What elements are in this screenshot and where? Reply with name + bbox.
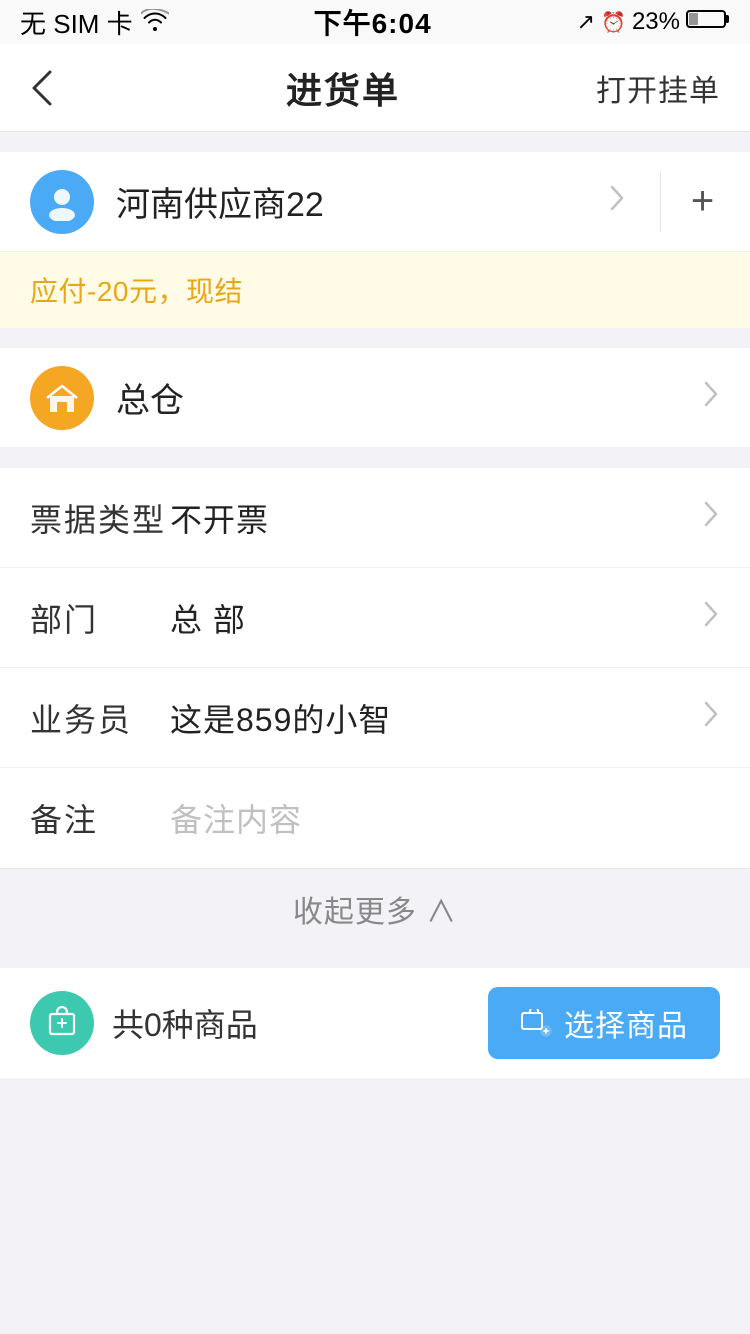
- remark-input[interactable]: 备注内容: [170, 795, 720, 841]
- supplier-chevron-icon: [608, 183, 626, 221]
- bottom-bar: 共0种商品 选择商品: [0, 968, 750, 1078]
- battery-level: 23%: [632, 8, 680, 36]
- status-bar: 无 SIM 卡 下午6:04 ↗ ⏰ 23%: [0, 0, 750, 44]
- product-count-area: 共0种商品: [30, 991, 258, 1055]
- section-gap-2: [0, 328, 750, 348]
- product-count-text: 共0种商品: [112, 1000, 258, 1046]
- select-product-button[interactable]: 选择商品: [488, 987, 720, 1059]
- invoice-type-row[interactable]: 票据类型 不开票: [0, 468, 750, 568]
- add-supplier-button[interactable]: +: [660, 172, 720, 232]
- supplier-avatar: [30, 170, 94, 234]
- status-right: ↗ ⏰ 23%: [577, 8, 730, 37]
- supplier-name: 河南供应商22: [116, 177, 608, 226]
- location-icon: ↗: [577, 9, 595, 35]
- salesperson-label: 业务员: [30, 695, 170, 741]
- carrier-label: 无 SIM 卡: [20, 4, 133, 41]
- select-product-label: 选择商品: [564, 1001, 688, 1045]
- product-icon: [30, 991, 94, 1055]
- status-left: 无 SIM 卡: [20, 4, 169, 41]
- supplier-section: 河南供应商22 + 应付-20元，现结: [0, 152, 750, 328]
- invoice-type-chevron-icon: [702, 499, 720, 537]
- warehouse-icon: [30, 366, 94, 430]
- form-section: 票据类型 不开票 部门 总 部 业务员 这是859的小智 备注 备注内容: [0, 468, 750, 868]
- salesperson-chevron-icon: [702, 699, 720, 737]
- nav-bar: 进货单 打开挂单: [0, 44, 750, 132]
- warehouse-name: 总仓: [116, 373, 702, 422]
- collapse-button[interactable]: 收起更多 ∧: [0, 868, 750, 948]
- salesperson-row[interactable]: 业务员 这是859的小智: [0, 668, 750, 768]
- open-pending-button[interactable]: 打开挂单: [596, 66, 720, 110]
- alarm-icon: ⏰: [601, 10, 626, 35]
- supplier-row[interactable]: 河南供应商22 +: [0, 152, 750, 252]
- warehouse-row[interactable]: 总仓: [0, 348, 750, 448]
- status-time: 下午6:04: [314, 2, 432, 42]
- notice-bar: 应付-20元，现结: [0, 252, 750, 328]
- section-gap-1: [0, 132, 750, 152]
- warehouse-section: 总仓: [0, 348, 750, 448]
- page-title: 进货单: [286, 62, 400, 114]
- invoice-type-label: 票据类型: [30, 495, 170, 541]
- notice-text: 应付-20元，现结: [30, 276, 243, 307]
- battery-icon: [686, 8, 730, 37]
- department-chevron-icon: [702, 599, 720, 637]
- department-row[interactable]: 部门 总 部: [0, 568, 750, 668]
- collapse-label: 收起更多 ∧: [293, 887, 457, 931]
- department-value: 总 部: [170, 595, 702, 641]
- warehouse-chevron-icon: [702, 379, 720, 417]
- invoice-type-value: 不开票: [170, 495, 702, 541]
- wifi-icon: [141, 7, 169, 38]
- remark-label: 备注: [30, 795, 170, 841]
- department-label: 部门: [30, 595, 170, 641]
- remark-row[interactable]: 备注 备注内容: [0, 768, 750, 868]
- back-button[interactable]: [30, 68, 90, 108]
- salesperson-value: 这是859的小智: [170, 695, 702, 741]
